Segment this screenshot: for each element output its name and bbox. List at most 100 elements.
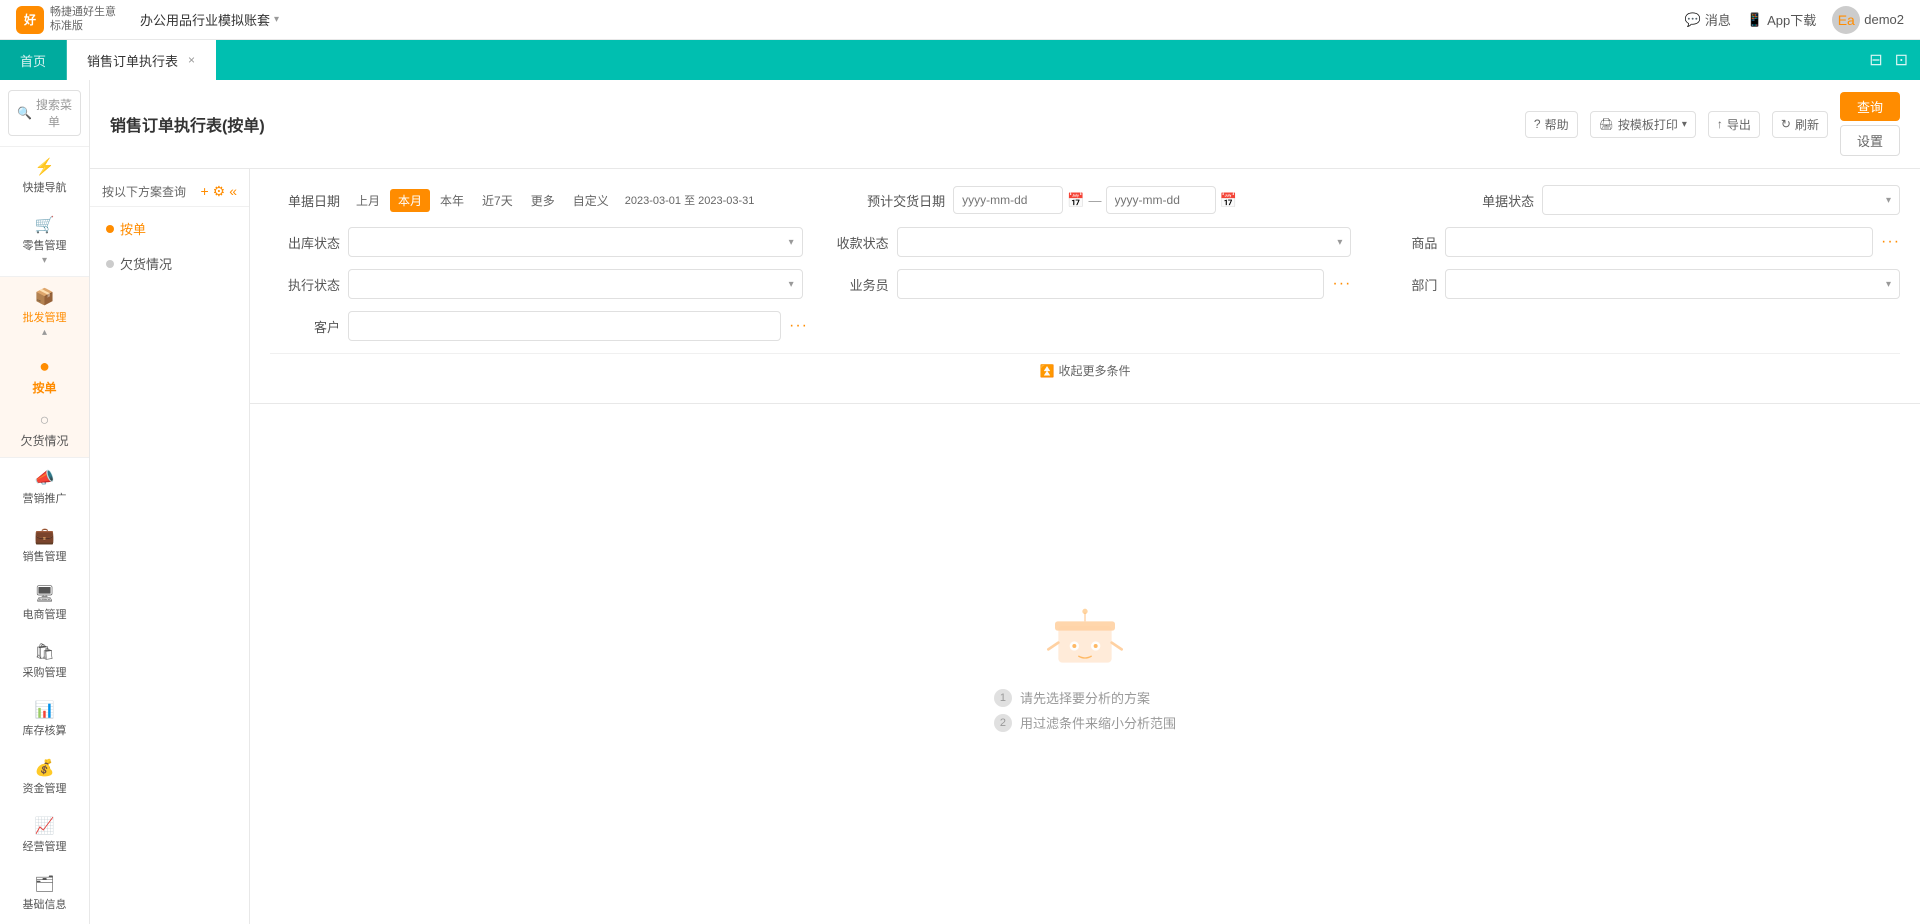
logo-area: 好 畅捷通好生意 标准版	[16, 6, 116, 34]
page-content: 单据日期 上月 本月 本年 近7天 更多 自定义 20	[250, 169, 1920, 924]
base-icon: 🗂	[34, 874, 54, 894]
expected-date-label: 预计交货日期	[867, 191, 945, 210]
user-avatar[interactable]: Ea demo2	[1832, 6, 1904, 34]
inner-sidebar-item-qiankuang[interactable]: 欠货情况	[90, 246, 249, 281]
content-area: 销售订单执行表(按单) ? 帮助 🖨 按模板打印 ▾ ↑ 导出 ↻ 刷新	[90, 80, 1920, 924]
qiankuang-dot-icon	[106, 260, 114, 268]
date-tab-this-year[interactable]: 本年	[432, 189, 472, 212]
sidebar-sub-item-qiankuang[interactable]: ○ 欠货情况	[0, 404, 89, 457]
breadcrumb[interactable]: 办公用品行业模拟账套 ▾	[140, 10, 279, 29]
print-button[interactable]: 🖨 按模板打印 ▾	[1590, 111, 1696, 138]
empty-step-1: 1 请先选择要分析的方案	[994, 688, 1176, 707]
sidebar-item-base[interactable]: 🗂 基础信息	[0, 864, 89, 922]
dept-select[interactable]: ▾	[1445, 269, 1900, 299]
collapse-button[interactable]: ⏫ 收起更多条件	[270, 353, 1900, 387]
sidebar-section-wholesale: 📦 批发管理 ▴ ● 按单 ○ 欠货情况	[0, 277, 89, 458]
inner-sidebar-header: 按以下方案查询 + ⚙ «	[90, 177, 249, 207]
product-label: 商品	[1367, 233, 1437, 252]
step-2-number: 2	[994, 714, 1012, 732]
exec-status-select[interactable]: ▾	[348, 269, 803, 299]
query-button[interactable]: 查询	[1840, 92, 1900, 121]
qiankuang-icon: ○	[40, 412, 50, 430]
filter-salesperson: 业务员 ···	[819, 269, 1352, 299]
sidebar-item-marketing[interactable]: 📣 营销推广	[0, 458, 89, 516]
ecommerce-icon: 🖥	[34, 584, 54, 604]
top-header: 好 畅捷通好生意 标准版 办公用品行业模拟账套 ▾ 💬 消息 📱 App下载 E…	[0, 0, 1920, 40]
settings-button[interactable]: 设置	[1840, 125, 1900, 156]
sidebar-item-operation[interactable]: 📈 经营管理	[0, 806, 89, 864]
ship-status-select[interactable]: ▾	[348, 227, 803, 257]
tab-minimize-icon[interactable]: ⊟	[1869, 50, 1882, 70]
message-button[interactable]: 💬 消息	[1685, 10, 1731, 29]
sidebar-item-sales[interactable]: 💼 销售管理	[0, 516, 89, 574]
salesperson-input[interactable]	[897, 269, 1325, 299]
expected-date-start-input[interactable]	[953, 186, 1063, 214]
date-tab-last-month[interactable]: 上月	[348, 189, 388, 212]
date-tab-this-month[interactable]: 本月	[390, 189, 430, 212]
sidebar-item-retail[interactable]: 🛒 零售管理 ▾	[0, 205, 89, 276]
filter-ship-status: 出库状态 ▾	[270, 227, 803, 257]
tab-expand-icon[interactable]: ⊡	[1895, 50, 1908, 70]
header-right: 💬 消息 📱 App下载 Ea demo2	[1685, 6, 1904, 34]
empty-state: 1 请先选择要分析的方案 2 用过滤条件来缩小分析范围	[994, 596, 1176, 732]
salesperson-dots-icon[interactable]: ···	[1332, 275, 1351, 293]
payment-status-select[interactable]: ▾	[897, 227, 1352, 257]
sidebar-item-wholesale[interactable]: 📦 批发管理 ▴	[0, 277, 89, 348]
ship-status-label: 出库状态	[270, 233, 340, 252]
sidebar-item-ecommerce[interactable]: 🖥 电商管理	[0, 574, 89, 632]
tab-sales-order[interactable]: 销售订单执行表 ×	[67, 40, 216, 80]
date-tab-7days[interactable]: 近7天	[474, 189, 521, 212]
empty-state-illustration	[1045, 596, 1125, 676]
sidebar: 🔍 搜索菜单 ⚡ 快捷导航 🛒 零售管理 ▾ 📦 批发管理 ▴ ● 按单	[0, 80, 90, 924]
order-status-arrow-icon: ▾	[1886, 195, 1891, 206]
expected-date-end-input[interactable]	[1106, 186, 1216, 214]
calendar-start-icon[interactable]: 📅	[1067, 192, 1084, 209]
date-separator: —	[1089, 193, 1102, 208]
inner-layout: 按以下方案查询 + ⚙ « 按单 欠货情况	[90, 169, 1920, 924]
date-tabs: 上月 本月 本年 近7天 更多 自定义	[348, 189, 617, 212]
sidebar-item-inventory[interactable]: 📊 库存核算	[0, 690, 89, 748]
inner-sidebar-item-anqian[interactable]: 按单	[90, 211, 249, 246]
sidebar-item-finance[interactable]: 💰 资金管理	[0, 748, 89, 806]
filter-row-2: 出库状态 ▾ 收款状态 ▾	[270, 227, 1900, 257]
customer-dots-icon[interactable]: ···	[789, 317, 808, 335]
refresh-button[interactable]: ↻ 刷新	[1772, 111, 1828, 138]
inner-sidebar-collapse-icon[interactable]: «	[229, 183, 237, 200]
page-header: 销售订单执行表(按单) ? 帮助 🖨 按模板打印 ▾ ↑ 导出 ↻ 刷新	[90, 80, 1920, 169]
filter-exec-status: 执行状态 ▾	[270, 269, 803, 299]
export-icon: ↑	[1717, 117, 1723, 131]
help-button[interactable]: ? 帮助	[1525, 111, 1578, 138]
logo-icon: 好	[16, 6, 44, 34]
customer-input[interactable]	[348, 311, 781, 341]
sidebar-search-button[interactable]: 🔍 搜索菜单	[8, 90, 81, 136]
order-status-select[interactable]: ▾	[1542, 185, 1900, 215]
data-area: 1 请先选择要分析的方案 2 用过滤条件来缩小分析范围	[250, 404, 1920, 924]
page-title: 销售订单执行表(按单)	[110, 112, 265, 136]
sidebar-item-purchase[interactable]: 🛍 采购管理	[0, 632, 89, 690]
filter-payment-status: 收款状态 ▾	[819, 227, 1352, 257]
product-dots-icon[interactable]: ···	[1881, 233, 1900, 251]
inner-sidebar-add-icon[interactable]: +	[200, 183, 208, 200]
search-icon: 🔍	[17, 106, 32, 120]
app-download-button[interactable]: 📱 App下载	[1747, 10, 1816, 29]
filter-area: 单据日期 上月 本月 本年 近7天 更多 自定义 20	[250, 169, 1920, 404]
wholesale-icon: 📦	[35, 287, 55, 307]
tab-bar: 首页 销售订单执行表 × ⊟ ⊡	[0, 40, 1920, 80]
sidebar-sub-item-anqian[interactable]: ● 按单	[0, 348, 89, 404]
inner-sidebar-settings-icon[interactable]: ⚙	[213, 183, 226, 200]
header-left: 好 畅捷通好生意 标准版 办公用品行业模拟账套 ▾	[16, 6, 279, 34]
print-arrow-icon: ▾	[1682, 119, 1687, 130]
date-range-display: 2023-03-01 至 2023-03-31	[625, 192, 755, 208]
tab-close-icon[interactable]: ×	[188, 53, 195, 67]
date-tab-more[interactable]: 更多	[523, 189, 563, 212]
product-input[interactable]	[1445, 227, 1873, 257]
date-tab-custom[interactable]: 自定义	[565, 189, 617, 212]
print-icon: 🖨	[1599, 117, 1614, 131]
sidebar-section-retail: 🛒 零售管理 ▾	[0, 205, 89, 277]
retail-arrow-icon: ▾	[42, 255, 47, 266]
sidebar-item-quick-nav[interactable]: ⚡ 快捷导航	[0, 147, 89, 205]
export-button[interactable]: ↑ 导出	[1708, 111, 1760, 138]
calendar-end-icon[interactable]: 📅	[1220, 192, 1237, 209]
date-range-group: 上月 本月 本年 近7天 更多 自定义 2023-03-01 至 2023-03…	[348, 189, 851, 212]
tab-home[interactable]: 首页	[0, 40, 67, 80]
